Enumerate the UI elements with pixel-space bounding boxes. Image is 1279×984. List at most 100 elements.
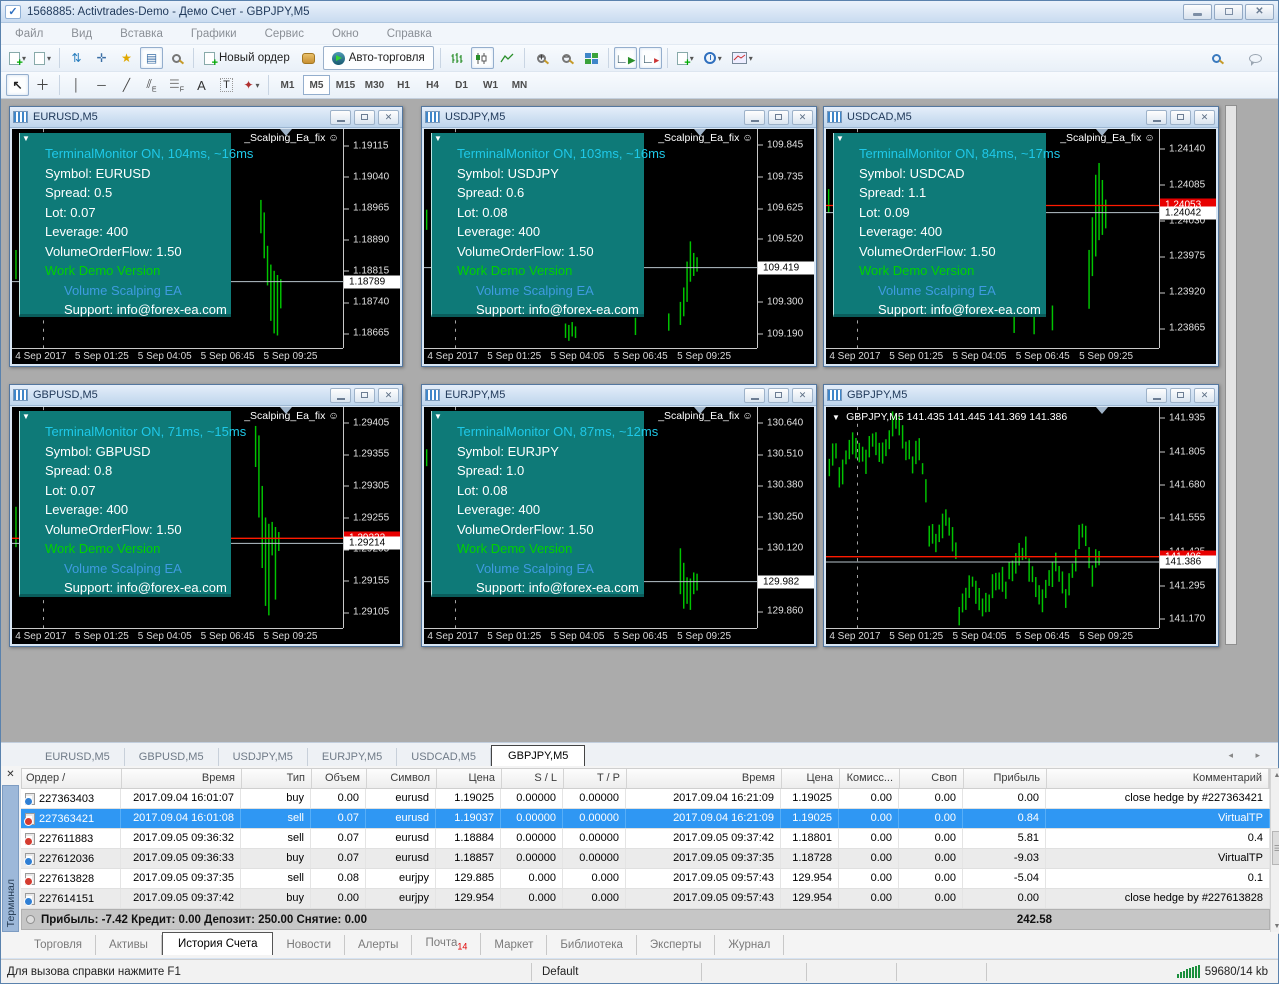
chart-window-titlebar[interactable]: EURJPY,M5 ✕: [422, 385, 816, 406]
channel-button[interactable]: ⫽E: [140, 74, 163, 96]
chart-plot-area[interactable]: ▼ TerminalMonitor ON, 87ms, ~12ms Symbol: …: [424, 407, 757, 628]
autotrading-button[interactable]: Авто-торговля: [322, 46, 434, 70]
ea-collapse-icon[interactable]: ▼: [22, 412, 30, 421]
chart-minimize-button[interactable]: [330, 387, 351, 403]
time-axis[interactable]: 4 Sep 2017 5 Sep 01:25 5 Sep 04:05 5 Sep 06…: [12, 348, 343, 364]
terminal-button[interactable]: ▤: [140, 47, 163, 69]
fibonacci-button[interactable]: ☰F: [165, 74, 188, 96]
timeframe-button-h4[interactable]: H4: [419, 75, 446, 95]
history-row-227611883[interactable]: 227611883 2017.09.05 09:36:32 sell 0.07 euru…: [21, 829, 1270, 849]
timeframe-button-m5[interactable]: M5: [303, 75, 330, 95]
time-axis[interactable]: 4 Sep 2017 5 Sep 01:25 5 Sep 04:05 5 Sep 06…: [424, 348, 757, 364]
timeframe-button-mn[interactable]: MN: [506, 75, 533, 95]
close-button[interactable]: ✕: [1245, 3, 1274, 20]
zoom-out-button[interactable]: −: [555, 47, 578, 69]
ea-collapse-icon[interactable]: ▼: [836, 134, 844, 143]
terminal-close-button[interactable]: ✕: [3, 768, 18, 783]
chart-tab-usdjpy[interactable]: USDJPY,M5: [219, 748, 308, 766]
price-scale[interactable]: 1.19115 1.19040 1.18965 1.18890 1.18815 1.187…: [343, 129, 400, 348]
column-header-0[interactable]: Ордер /: [22, 769, 122, 788]
chart-tab-eurjpy[interactable]: EURJPY,M5: [308, 748, 398, 766]
chart-tab-gbpjpy[interactable]: GBPJPY,M5: [491, 745, 586, 766]
menu-item-4[interactable]: Сервис: [251, 28, 318, 40]
chart-window-usdcad[interactable]: USDCAD,M5 ✕ ▼ TerminalMonitor ON, 84ms, ~17…: [823, 106, 1219, 367]
chart-window-titlebar[interactable]: USDCAD,M5 ✕: [824, 107, 1218, 128]
history-row-227614151[interactable]: 227614151 2017.09.05 09:37:42 buy 0.00 eurjp…: [21, 889, 1270, 909]
terminal-tab-почта[interactable]: Почта14: [412, 932, 482, 955]
chart-window-titlebar[interactable]: USDJPY,M5 ✕: [422, 107, 816, 128]
chart-plot-area[interactable]: ▼ TerminalMonitor ON, 84ms, ~17ms Symbol: …: [826, 129, 1159, 348]
timeframe-button-m1[interactable]: M1: [274, 75, 301, 95]
terminal-tab-торговля[interactable]: Торговля: [21, 935, 97, 955]
scrollbar-thumb[interactable]: ☰: [1272, 831, 1279, 865]
titlebar[interactable]: ✓ 1568885: Activtrades-Demo - Демо Счет …: [1, 1, 1278, 23]
templates-button[interactable]: ▾: [728, 47, 757, 69]
table-scrollbar[interactable]: ▲ ▼ ☰: [1270, 768, 1279, 934]
data-window-button[interactable]: ✛: [90, 47, 113, 69]
indicators-button[interactable]: + ▾: [673, 47, 698, 69]
restore-button[interactable]: [1214, 3, 1243, 20]
new-order-button[interactable]: + Новый ордер: [199, 47, 295, 69]
menu-item-1[interactable]: Вид: [57, 28, 106, 40]
chart-close-button[interactable]: ✕: [792, 387, 813, 403]
minimize-button[interactable]: [1183, 3, 1212, 20]
price-scale[interactable]: 109.845109.735109.625109.520109.410109.3…: [757, 129, 814, 348]
new-chart-button[interactable]: + ▾: [6, 47, 29, 69]
terminal-tab-история-счета[interactable]: История Счета: [161, 932, 274, 955]
symbol-dropdown-icon[interactable]: ▼: [832, 413, 842, 422]
chart-window-gbpusd[interactable]: GBPUSD,M5 ✕ ▼ TerminalMonitor ON, 71ms, ~15…: [9, 384, 403, 647]
chart-tab-eurusd[interactable]: EURUSD,M5: [31, 748, 125, 766]
chart-window-usdjpy[interactable]: USDJPY,M5 ✕ ▼ TerminalMonitor ON, 103ms, ~1…: [421, 106, 817, 367]
tab-scroll-arrows[interactable]: ◂ ▸: [1228, 750, 1270, 766]
column-header-10[interactable]: Комисс...: [840, 769, 900, 788]
status-profile[interactable]: Default: [531, 962, 701, 981]
trendline-button[interactable]: ╱: [115, 74, 138, 96]
time-axis[interactable]: 4 Sep 2017 5 Sep 01:25 5 Sep 04:05 5 Sep 06…: [12, 628, 343, 644]
chart-window-eurjpy[interactable]: EURJPY,M5 ✕ ▼ TerminalMonitor ON, 87ms, ~12…: [421, 384, 817, 647]
ea-collapse-icon[interactable]: ▼: [434, 134, 442, 143]
time-axis[interactable]: 4 Sep 2017 5 Sep 01:25 5 Sep 04:05 5 Sep 06…: [826, 628, 1159, 644]
price-scale[interactable]: 1.24140 1.24085 1.24030 1.23975 1.23920 1.238…: [1159, 129, 1216, 348]
column-header-9[interactable]: Цена: [782, 769, 840, 788]
column-header-12[interactable]: Прибыль: [964, 769, 1047, 788]
terminal-tab-алерты[interactable]: Алерты: [345, 935, 413, 955]
tile-windows-button[interactable]: [580, 47, 603, 69]
menu-item-6[interactable]: Справка: [373, 28, 446, 40]
timeframe-button-m15[interactable]: M15: [332, 75, 359, 95]
menu-item-3[interactable]: Графики: [177, 28, 251, 40]
chart-window-eurusd[interactable]: EURUSD,M5 ✕ ▼ TerminalMonitor ON, 104ms, ~1…: [9, 106, 403, 367]
chart-plot-area[interactable]: ▼ TerminalMonitor ON, 71ms, ~15ms Symbol: …: [12, 407, 343, 628]
chart-restore-button[interactable]: [354, 109, 375, 125]
chart-minimize-button[interactable]: [330, 109, 351, 125]
terminal-tab-новости[interactable]: Новости: [273, 935, 345, 955]
chart-close-button[interactable]: ✕: [378, 387, 399, 403]
history-row-227363403[interactable]: 227363403 2017.09.04 16:01:07 buy 0.00 eurus…: [21, 789, 1270, 809]
price-scale[interactable]: 141.935141.805141.680141.555141.425141.2…: [1159, 407, 1216, 628]
menu-item-0[interactable]: Файл: [1, 28, 57, 40]
auto-scroll-button[interactable]: ∟▶: [613, 47, 637, 69]
chat-button[interactable]: [1244, 47, 1267, 69]
column-header-4[interactable]: Символ: [367, 769, 437, 788]
column-header-1[interactable]: Время: [122, 769, 242, 788]
chart-window-gbpjpy[interactable]: GBPJPY,M5 ✕ ▼ GBPJPY,M5 141.435 141.445 14…: [823, 384, 1219, 647]
terminal-tab-эксперты[interactable]: Эксперты: [637, 935, 716, 955]
time-axis[interactable]: 4 Sep 2017 5 Sep 01:25 5 Sep 04:05 5 Sep 06…: [424, 628, 757, 644]
chart-close-button[interactable]: ✕: [792, 109, 813, 125]
chart-tab-gbpusd[interactable]: GBPUSD,M5: [125, 748, 219, 766]
chart-close-button[interactable]: ✕: [378, 109, 399, 125]
ea-collapse-icon[interactable]: ▼: [434, 412, 442, 421]
chart-restore-button[interactable]: [354, 387, 375, 403]
chart-restore-button[interactable]: [1170, 109, 1191, 125]
column-header-13[interactable]: Комментарий: [1047, 769, 1269, 788]
chart-minimize-button[interactable]: [1146, 387, 1167, 403]
vertical-line-button[interactable]: │: [65, 74, 88, 96]
column-header-11[interactable]: Своп: [900, 769, 964, 788]
terminal-tab-активы[interactable]: Активы: [96, 935, 162, 955]
chart-minimize-button[interactable]: [1146, 109, 1167, 125]
text-label-button[interactable]: T: [215, 74, 238, 96]
history-row-227612036[interactable]: 227612036 2017.09.05 09:36:33 buy 0.07 eurus…: [21, 849, 1270, 869]
chart-restore-button[interactable]: [1170, 387, 1191, 403]
terminal-tab-журнал[interactable]: Журнал: [715, 935, 785, 955]
timeframe-button-d1[interactable]: D1: [448, 75, 475, 95]
column-header-3[interactable]: Объем: [312, 769, 367, 788]
